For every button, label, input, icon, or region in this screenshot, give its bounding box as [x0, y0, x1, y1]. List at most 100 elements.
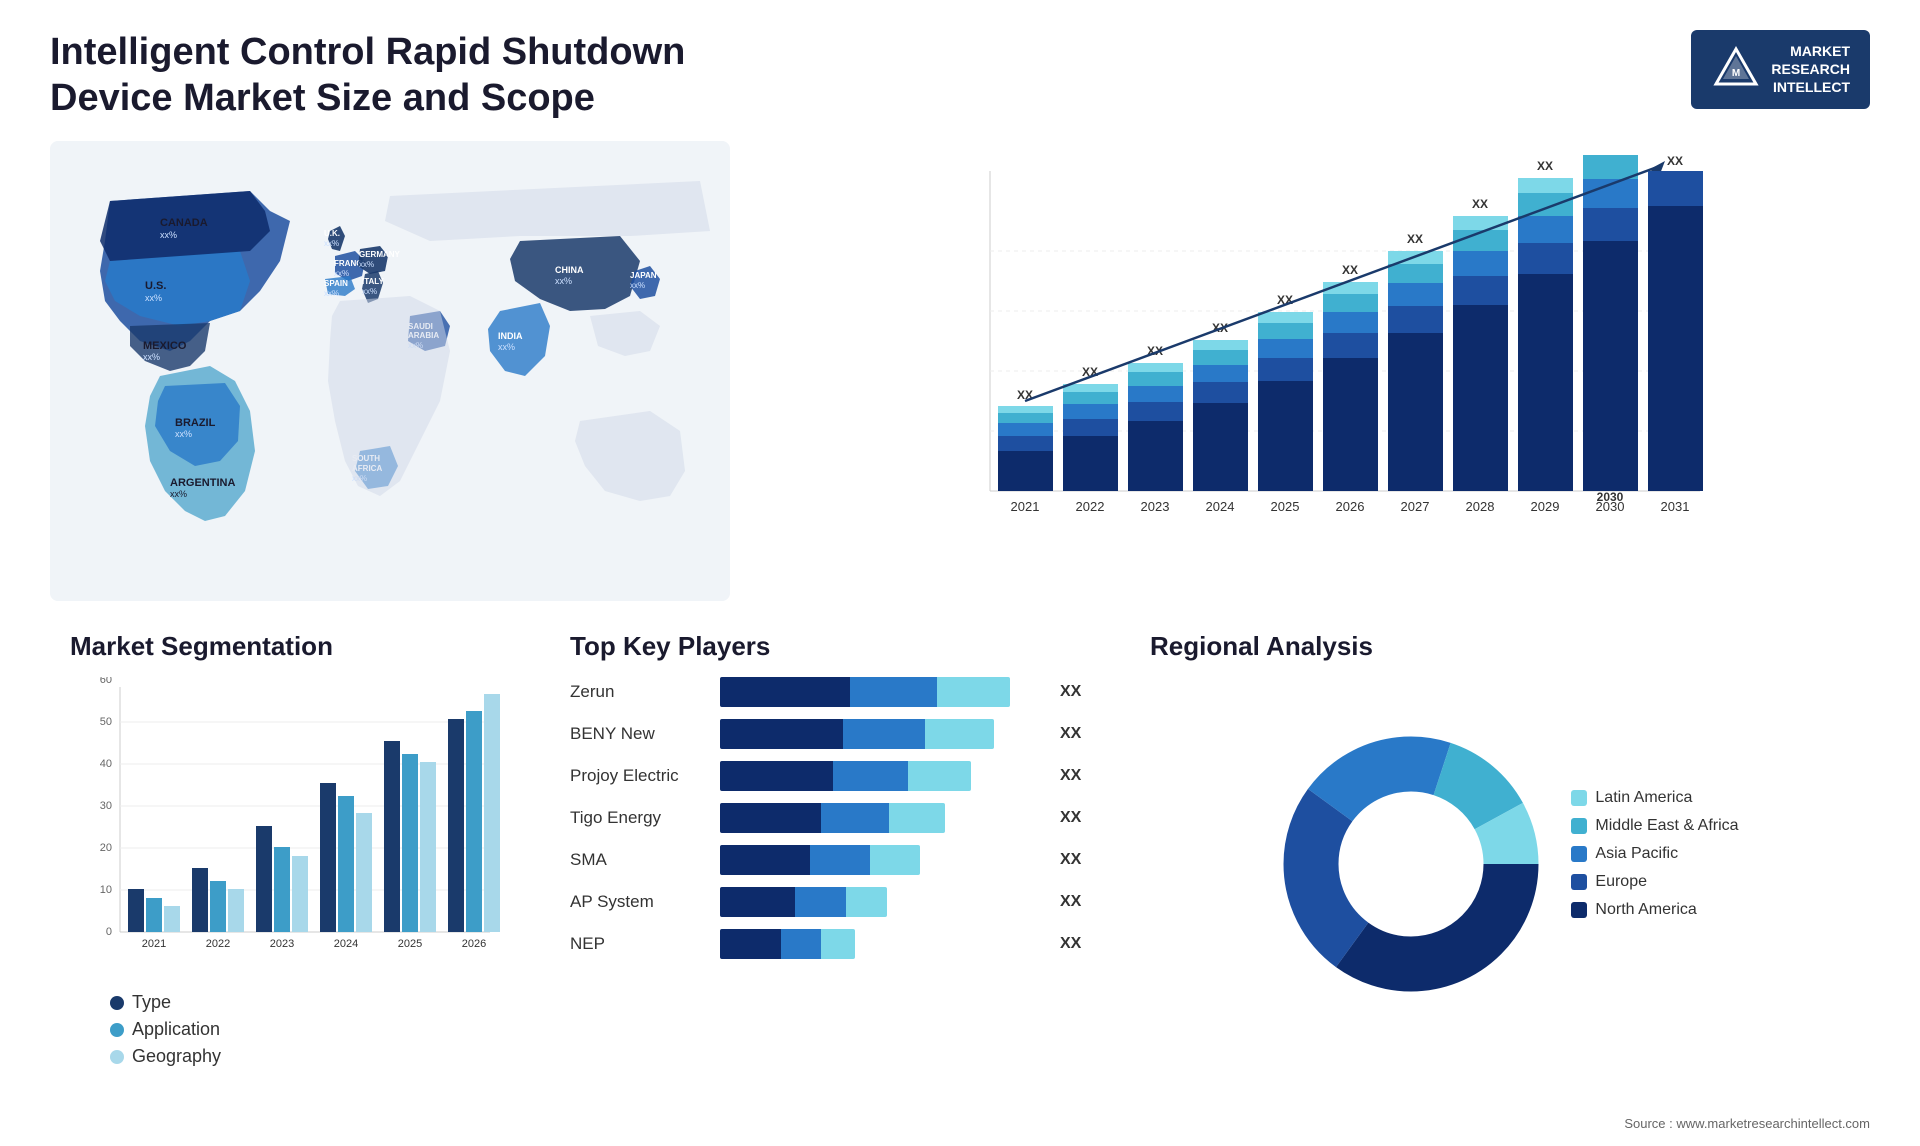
legend-application: Application: [110, 1019, 510, 1040]
svg-text:XX: XX: [1667, 154, 1683, 168]
svg-text:50: 50: [100, 716, 112, 728]
logo-icon: M: [1711, 44, 1761, 94]
donut-area: Latin America Middle East & Africa Asia …: [1150, 677, 1850, 1031]
svg-text:BRAZIL: BRAZIL: [175, 417, 216, 429]
player-name: Zerun: [570, 682, 710, 702]
svg-text:ARGENTINA: ARGENTINA: [170, 477, 235, 489]
legend-type: Type: [110, 992, 510, 1013]
page-container: Intelligent Control Rapid Shutdown Devic…: [0, 0, 1920, 1146]
legend-latin-america-label: Latin America: [1595, 789, 1692, 807]
bar-chart-svg: XX XX XX XX: [810, 151, 1850, 571]
svg-text:XX: XX: [1407, 232, 1423, 246]
player-name: NEP: [570, 934, 710, 954]
svg-text:2021: 2021: [142, 938, 166, 950]
svg-text:2024: 2024: [334, 938, 358, 950]
svg-text:xx%: xx%: [143, 352, 160, 362]
players-list: Zerun XX BENY New: [570, 677, 1090, 959]
player-bar-container: [720, 845, 1042, 875]
page-title: Intelligent Control Rapid Shutdown Devic…: [50, 30, 750, 121]
svg-text:xx%: xx%: [175, 429, 192, 439]
svg-text:2026: 2026: [1336, 499, 1365, 514]
player-value: XX: [1060, 851, 1090, 869]
player-value: XX: [1060, 809, 1090, 827]
player-bar-container: [720, 803, 1042, 833]
svg-text:40: 40: [100, 758, 112, 770]
svg-text:2031: 2031: [1661, 499, 1690, 514]
legend-asia-pacific-color: [1571, 846, 1587, 862]
players-title: Top Key Players: [570, 631, 1090, 662]
svg-text:CANADA: CANADA: [160, 217, 208, 229]
segmentation-chart: 0 10 20 30 40 50 60: [70, 677, 510, 977]
legend-geography-dot: [110, 1050, 124, 1064]
svg-text:2027: 2027: [1401, 499, 1430, 514]
map-section: CANADA xx% U.S. xx% MEXICO xx% BRAZIL xx…: [50, 141, 730, 601]
player-name: SMA: [570, 850, 710, 870]
svg-text:CHINA: CHINA: [555, 265, 584, 275]
source-text: Source : www.marketresearchintellect.com: [1624, 1116, 1870, 1131]
player-value: XX: [1060, 725, 1090, 743]
legend-europe-color: [1571, 874, 1587, 890]
legend-latin-america-color: [1571, 790, 1587, 806]
svg-text:20: 20: [100, 842, 112, 854]
player-bar-container: [720, 887, 1042, 917]
svg-text:U.K.: U.K.: [324, 229, 340, 238]
svg-text:2024: 2024: [1206, 499, 1235, 514]
seg-legend: Type Application Geography: [70, 992, 510, 1067]
legend-europe-label: Europe: [1595, 873, 1647, 891]
svg-text:10: 10: [100, 884, 112, 896]
svg-text:ITALY: ITALY: [362, 277, 384, 286]
svg-text:60: 60: [100, 677, 112, 686]
svg-text:2022: 2022: [206, 938, 230, 950]
svg-text:XX: XX: [1472, 197, 1488, 211]
svg-text:xx%: xx%: [359, 260, 374, 269]
svg-text:2026: 2026: [462, 938, 486, 950]
regional-legend: Latin America Middle East & Africa Asia …: [1571, 789, 1738, 919]
svg-text:0: 0: [106, 926, 112, 938]
legend-middle-east-label: Middle East & Africa: [1595, 817, 1738, 835]
svg-text:JAPAN: JAPAN: [630, 271, 657, 280]
players-section: Top Key Players Zerun XX: [550, 621, 1110, 1041]
player-name: BENY New: [570, 724, 710, 744]
player-row: AP System XX: [570, 887, 1090, 917]
svg-text:2023: 2023: [270, 938, 294, 950]
player-row: Zerun XX: [570, 677, 1090, 707]
svg-text:2025: 2025: [398, 938, 422, 950]
segmentation-title: Market Segmentation: [70, 631, 510, 662]
legend-middle-east-africa: Middle East & Africa: [1571, 817, 1738, 835]
svg-text:2028: 2028: [1466, 499, 1495, 514]
svg-text:SPAIN: SPAIN: [324, 279, 348, 288]
player-name: Projoy Electric: [570, 766, 710, 786]
legend-europe: Europe: [1571, 873, 1738, 891]
player-bar-container: [720, 719, 1042, 749]
svg-text:xx%: xx%: [362, 287, 377, 296]
svg-text:INDIA: INDIA: [498, 331, 523, 341]
svg-text:xx%: xx%: [555, 276, 572, 286]
svg-text:GERMANY: GERMANY: [359, 250, 401, 259]
svg-text:XX: XX: [1537, 159, 1553, 173]
svg-text:xx%: xx%: [324, 239, 339, 248]
legend-asia-pacific-label: Asia Pacific: [1595, 845, 1678, 863]
svg-text:xx%: xx%: [170, 489, 187, 499]
svg-text:M: M: [1732, 68, 1740, 79]
main-content: CANADA xx% U.S. xx% MEXICO xx% BRAZIL xx…: [50, 141, 1870, 601]
legend-asia-pacific: Asia Pacific: [1571, 845, 1738, 863]
svg-text:xx%: xx%: [498, 342, 515, 352]
player-row: SMA XX: [570, 845, 1090, 875]
donut-chart: [1261, 714, 1541, 994]
svg-text:2023: 2023: [1141, 499, 1170, 514]
player-value: XX: [1060, 893, 1090, 911]
svg-text:30: 30: [100, 800, 112, 812]
player-value: XX: [1060, 683, 1090, 701]
svg-text:xx%: xx%: [160, 230, 177, 240]
legend-north-america-color: [1571, 902, 1587, 918]
legend-geography: Geography: [110, 1046, 510, 1067]
svg-text:xx%: xx%: [630, 281, 645, 290]
logo-text: MARKET RESEARCH INTELLECT: [1771, 42, 1850, 97]
logo: M MARKET RESEARCH INTELLECT: [1691, 30, 1870, 109]
player-name: Tigo Energy: [570, 808, 710, 828]
svg-text:U.S.: U.S.: [145, 280, 166, 292]
svg-text:xx%: xx%: [145, 293, 162, 303]
legend-latin-america: Latin America: [1571, 789, 1738, 807]
svg-text:XX: XX: [1342, 263, 1358, 277]
segmentation-section: Market Segmentation 0 10 20 30 40 50 60: [50, 621, 530, 1041]
